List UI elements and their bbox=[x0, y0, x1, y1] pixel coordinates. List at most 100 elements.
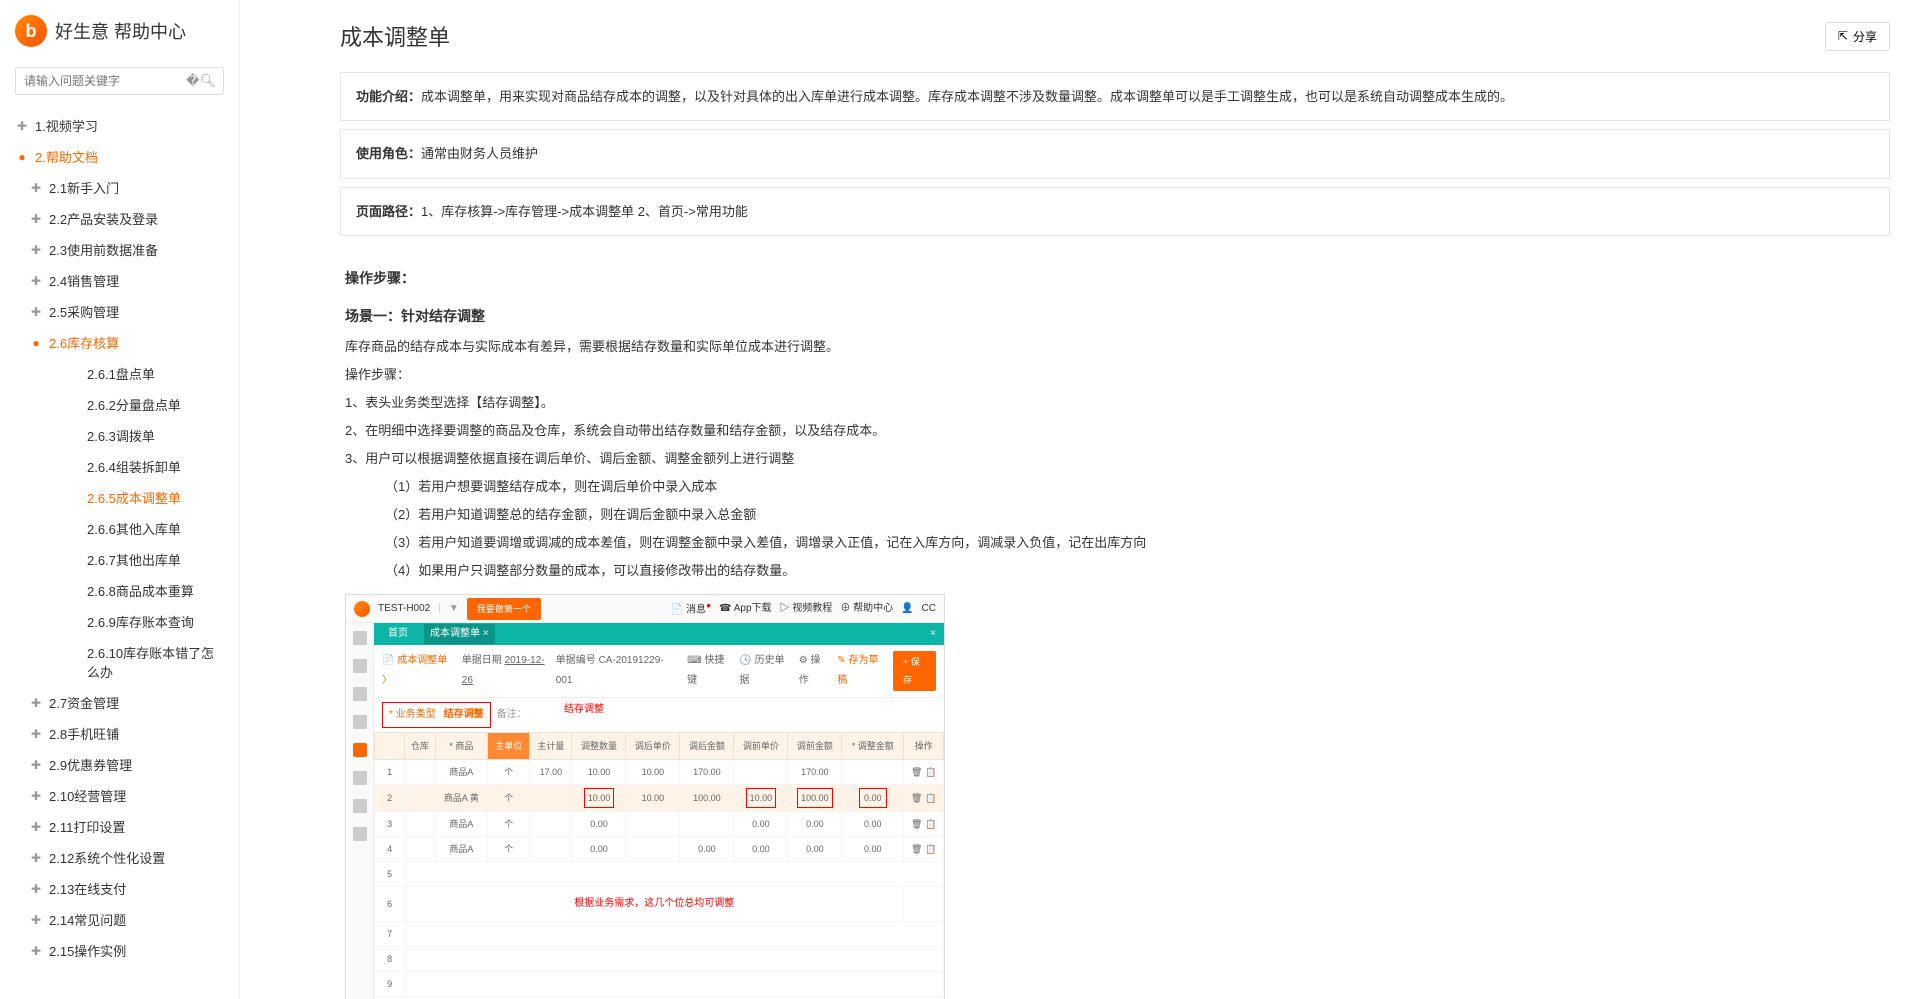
ss-msg: 📄 消息● bbox=[671, 597, 711, 620]
nav-2-13[interactable]: ✚2.13在线支付 bbox=[29, 873, 224, 904]
nav-2-6-7[interactable]: 2.6.7其他出库单 bbox=[57, 544, 224, 575]
nav-2-6-2[interactable]: 2.6.2分量盘点单 bbox=[57, 389, 224, 420]
embedded-screenshot: TEST-H002 | ▼ 我要做第一个 📄 消息● ☎ App下载 ▷ 视频教… bbox=[345, 594, 945, 999]
path-label: 页面路径： bbox=[356, 204, 421, 219]
nav-2-6[interactable]: ●2.6库存核算 bbox=[29, 327, 224, 358]
nav-2-14[interactable]: ✚2.14常见问题 bbox=[29, 904, 224, 935]
path-box: 页面路径：1、库存核算->库存管理->成本调整单 2、首页->常用功能 bbox=[340, 187, 1890, 236]
page-title: 成本调整单 bbox=[340, 20, 450, 52]
ss-nav-icon bbox=[353, 771, 367, 785]
ss-nav-icon bbox=[353, 827, 367, 841]
plus-icon: ✚ bbox=[29, 305, 43, 319]
nav-2-6-9[interactable]: 2.6.9库存账本查询 bbox=[57, 606, 224, 637]
nav-2-8[interactable]: ✚2.8手机旺铺 bbox=[29, 718, 224, 749]
nav-2-1[interactable]: ✚2.1新手入门 bbox=[29, 172, 224, 203]
step-1: 1、表头业务类型选择【结存调整】。 bbox=[345, 390, 1885, 416]
ss-nav-icon bbox=[353, 659, 367, 673]
plus-icon: ✚ bbox=[29, 727, 43, 741]
ss-filter-row: * 业务类型 结存调整 备注： 结存调整 bbox=[374, 698, 944, 732]
plus-icon: ✚ bbox=[15, 119, 29, 133]
ss-nav-icon bbox=[353, 687, 367, 701]
brand-title: 好生意 帮助中心 bbox=[55, 18, 186, 44]
ss-sidebar bbox=[346, 623, 374, 999]
ss-tab-home: 首页 bbox=[382, 624, 414, 644]
nav-2-4[interactable]: ✚2.4销售管理 bbox=[29, 265, 224, 296]
step-3c: （3）若用户知道要调增或调减的成本差值，则在调整金额中录入差值，调增录入正值，记… bbox=[345, 530, 1885, 556]
main-content: 成本调整单 ⇱分享 功能介绍：成本调整单，用来实现对商品结存成本的调整，以及针对… bbox=[240, 0, 1920, 999]
plus-icon: ✚ bbox=[29, 212, 43, 226]
nav-2-6-5[interactable]: 2.6.5成本调整单 bbox=[57, 482, 224, 513]
scene1-heading: 场景一：针对结存调整 bbox=[345, 302, 1885, 330]
annotation-2: 根据业务需求，这几个位总均可调整 bbox=[407, 890, 901, 918]
step-3d: （4）如果用户只调整部分数量的成本，可以直接修改带出的结存数量。 bbox=[345, 558, 1885, 584]
ss-avatar: 👤 bbox=[901, 599, 913, 619]
nav-docs[interactable]: ●2.帮助文档 bbox=[15, 141, 224, 172]
nav-2-6-3[interactable]: 2.6.3调拨单 bbox=[57, 420, 224, 451]
ss-new-button: 我要做第一个 bbox=[467, 598, 541, 620]
share-button[interactable]: ⇱分享 bbox=[1825, 22, 1890, 51]
intro-text: 成本调整单，用来实现对商品结存成本的调整，以及针对具体的出入库单进行成本调整。库… bbox=[421, 89, 1513, 104]
ss-logo-icon bbox=[354, 601, 370, 617]
search-icon[interactable]: �🔍︎ bbox=[186, 73, 216, 89]
step-3: 3、用户可以根据调整依据直接在调后单价、调后金额、调整金额列上进行调整 bbox=[345, 446, 1885, 472]
plus-icon: ✚ bbox=[29, 274, 43, 288]
nav-2-10[interactable]: ✚2.10经营管理 bbox=[29, 780, 224, 811]
nav-2-11[interactable]: ✚2.11打印设置 bbox=[29, 811, 224, 842]
ss-tab-doc: 成本调整单 × bbox=[424, 624, 495, 644]
nav-2-6-6[interactable]: 2.6.6其他入库单 bbox=[57, 513, 224, 544]
search-box: �🔍︎ bbox=[15, 67, 224, 95]
ss-video: ▷ 视频教程 bbox=[780, 599, 833, 619]
nav-2-6-1[interactable]: 2.6.1盘点单 bbox=[57, 358, 224, 389]
step-3b: （2）若用户知道调整总的结存金额，则在调后金额中录入总金额 bbox=[345, 502, 1885, 528]
annotation-1: 结存调整 bbox=[564, 700, 604, 720]
nav-2-9[interactable]: ✚2.9优惠券管理 bbox=[29, 749, 224, 780]
plus-icon: ✚ bbox=[29, 851, 43, 865]
role-label: 使用角色： bbox=[356, 146, 421, 161]
nav-video[interactable]: ✚1.视频学习 bbox=[15, 110, 224, 141]
plus-icon: ✚ bbox=[29, 243, 43, 257]
nav-2-15[interactable]: ✚2.15操作实例 bbox=[29, 935, 224, 966]
role-box: 使用角色：通常由财务人员维护 bbox=[340, 129, 1890, 178]
intro-box: 功能介绍：成本调整单，用来实现对商品结存成本的调整，以及针对具体的出入库单进行成… bbox=[340, 72, 1890, 121]
nav-2-2[interactable]: ✚2.2产品安装及登录 bbox=[29, 203, 224, 234]
ss-biztype-box: * 业务类型 结存调整 bbox=[382, 702, 491, 728]
nav-2-7[interactable]: ✚2.7资金管理 bbox=[29, 687, 224, 718]
plus-icon: ✚ bbox=[29, 882, 43, 896]
nav-2-5[interactable]: ✚2.5采购管理 bbox=[29, 296, 224, 327]
plus-icon: ✚ bbox=[29, 696, 43, 710]
share-icon: ⇱ bbox=[1838, 29, 1848, 43]
step-3a: （1）若用户想要调整结存成本，则在调后单价中录入成本 bbox=[345, 474, 1885, 500]
sidebar: b 好生意 帮助中心 �🔍︎ ✚1.视频学习 ●2.帮助文档 ✚2.1新手入门 … bbox=[0, 0, 240, 999]
logo-icon: b bbox=[15, 15, 47, 47]
minus-icon: ● bbox=[15, 150, 29, 164]
nav-2-6-8[interactable]: 2.6.8商品成本重算 bbox=[57, 575, 224, 606]
ss-nav-icon bbox=[353, 715, 367, 729]
plus-icon: ✚ bbox=[29, 913, 43, 927]
path-text: 1、库存核算->库存管理->成本调整单 2、首页->常用功能 bbox=[421, 204, 748, 219]
nav-2-3[interactable]: ✚2.3使用前数据准备 bbox=[29, 234, 224, 265]
nav-2-12[interactable]: ✚2.12系统个性化设置 bbox=[29, 842, 224, 873]
nav-2-6-10[interactable]: 2.6.10库存账本错了怎么办 bbox=[57, 637, 224, 687]
ss-close-icon: × bbox=[930, 624, 936, 644]
steps-heading-2: 操作步骤： bbox=[345, 362, 1885, 388]
ss-tenant: TEST-H002 bbox=[378, 599, 430, 619]
brand-logo: b 好生意 帮助中心 bbox=[15, 15, 224, 47]
ss-tabs: 首页 成本调整单 × × bbox=[374, 623, 944, 645]
ss-table: 仓库* 商品主单位主计量调整数量调后单价调后金额调前单价调前金额* 调整金额操作… bbox=[374, 732, 944, 999]
step-2: 2、在明细中选择要调整的商品及仓库，系统会自动带出结存数量和结存金额，以及结存成… bbox=[345, 418, 1885, 444]
ss-nav-icon-active bbox=[353, 743, 367, 757]
plus-icon: ✚ bbox=[29, 944, 43, 958]
ss-topbar: TEST-H002 | ▼ 我要做第一个 📄 消息● ☎ App下载 ▷ 视频教… bbox=[346, 595, 944, 623]
ss-help: ⊕ 帮助中心 bbox=[840, 599, 893, 619]
minus-icon: ● bbox=[29, 336, 43, 350]
plus-icon: ✚ bbox=[29, 758, 43, 772]
scene1-desc: 库存商品的结存成本与实际成本有差异，需要根据结存数量和实际单位成本进行调整。 bbox=[345, 334, 1885, 360]
ss-nav-icon bbox=[353, 631, 367, 645]
ss-nav-icon bbox=[353, 799, 367, 813]
intro-label: 功能介绍： bbox=[356, 89, 421, 104]
nav-2-6-4[interactable]: 2.6.4组装拆卸单 bbox=[57, 451, 224, 482]
ss-user: CC bbox=[922, 599, 936, 619]
plus-icon: ✚ bbox=[29, 181, 43, 195]
ss-app: ☎ App下载 bbox=[719, 599, 771, 619]
ss-toolbar: 📄 成本调整单 〉 单据日期 2019-12-26 单据编号 CA-201912… bbox=[374, 645, 944, 698]
